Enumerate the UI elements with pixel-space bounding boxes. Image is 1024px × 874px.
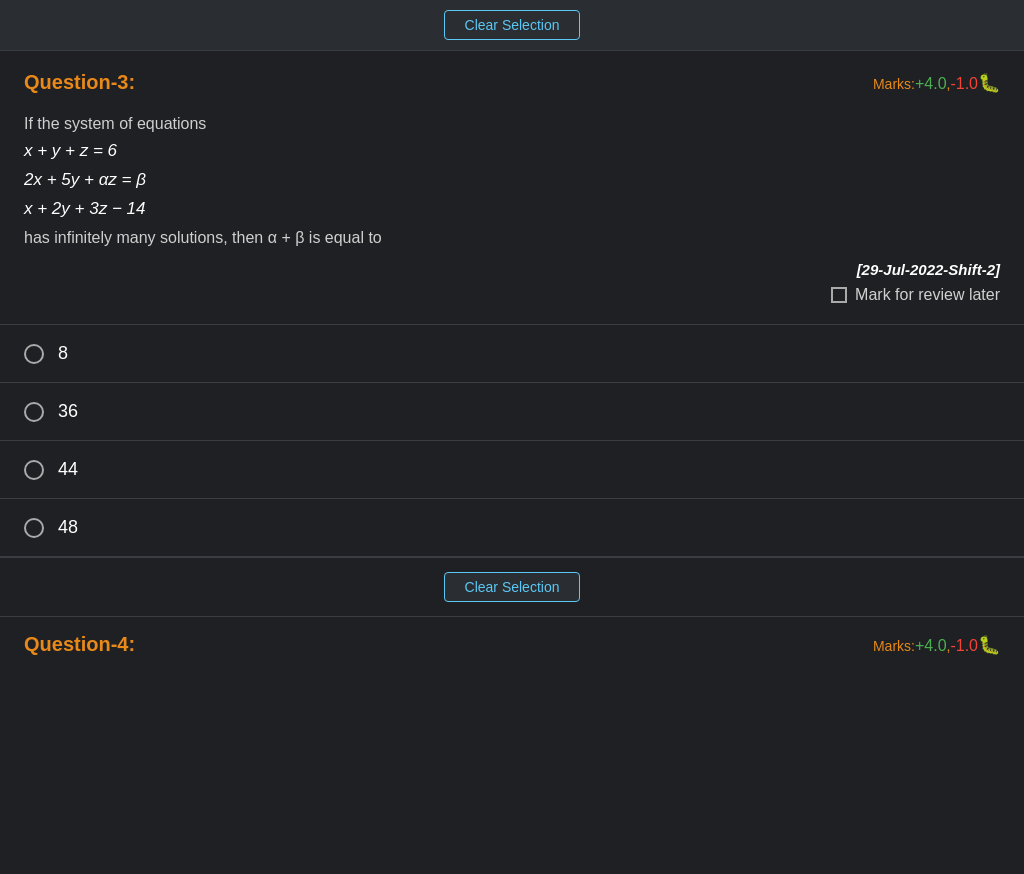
mark-review-label: Mark for review later <box>855 286 1000 304</box>
option-row-3[interactable]: 44 <box>0 441 1024 499</box>
top-clear-bar: Clear Selection <box>0 0 1024 51</box>
top-clear-selection-button[interactable]: Clear Selection <box>444 10 581 40</box>
q4-marks-positive: +4.0 <box>915 637 947 654</box>
marks-negative: -1.0 <box>950 75 978 92</box>
q4-marks-label: Marks: <box>873 638 915 654</box>
question3-eq3: x + 2y + 3z − 14 <box>24 195 1000 224</box>
q4-bug-icon[interactable]: 🐛 <box>978 635 1000 655</box>
bug-icon[interactable]: 🐛 <box>978 73 1000 93</box>
bottom-clear-bar: Clear Selection <box>0 557 1024 617</box>
mark-review-row: Mark for review later <box>24 286 1000 304</box>
option-label-3: 44 <box>58 459 78 480</box>
question3-block: Question-3: Marks:+4.0,-1.0🐛 If the syst… <box>0 51 1024 324</box>
option-row-4[interactable]: 48 <box>0 499 1024 557</box>
question3-line1: If the system of equations <box>24 110 1000 137</box>
q4-marks-negative: -1.0 <box>950 637 978 654</box>
question3-marks: Marks:+4.0,-1.0🐛 <box>873 72 1000 94</box>
bottom-clear-selection-button[interactable]: Clear Selection <box>444 572 581 602</box>
option-row-1[interactable]: 8 <box>0 325 1024 383</box>
option-radio-1[interactable] <box>24 344 44 364</box>
option-radio-3[interactable] <box>24 460 44 480</box>
question3-eq1: x + y + z = 6 <box>24 137 1000 166</box>
marks-positive: +4.0 <box>915 75 947 92</box>
option-row-2[interactable]: 36 <box>0 383 1024 441</box>
question3-title: Question-3: <box>24 71 135 94</box>
option-radio-4[interactable] <box>24 518 44 538</box>
options-list: 8 36 44 48 <box>0 325 1024 557</box>
question4-header: Question-4: Marks:+4.0,-1.0🐛 <box>0 617 1024 682</box>
question3-eq2: 2x + 5y + αz = β <box>24 166 1000 195</box>
question4-title: Question-4: <box>24 633 135 656</box>
question3-header: Question-3: Marks:+4.0,-1.0🐛 <box>24 71 1000 94</box>
question3-reference: [29-Jul-2022-Shift-2] <box>24 261 1000 278</box>
option-label-4: 48 <box>58 517 78 538</box>
option-label-2: 36 <box>58 401 78 422</box>
question4-title-row: Question-4: Marks:+4.0,-1.0🐛 <box>24 633 1000 656</box>
question3-line2: has infinitely many solutions, then α + … <box>24 224 1000 251</box>
mark-review-checkbox[interactable] <box>831 287 847 303</box>
option-label-1: 8 <box>58 343 68 364</box>
question3-body: If the system of equations x + y + z = 6… <box>24 110 1000 251</box>
question4-marks: Marks:+4.0,-1.0🐛 <box>873 634 1000 656</box>
marks-label: Marks: <box>873 76 915 92</box>
option-radio-2[interactable] <box>24 402 44 422</box>
